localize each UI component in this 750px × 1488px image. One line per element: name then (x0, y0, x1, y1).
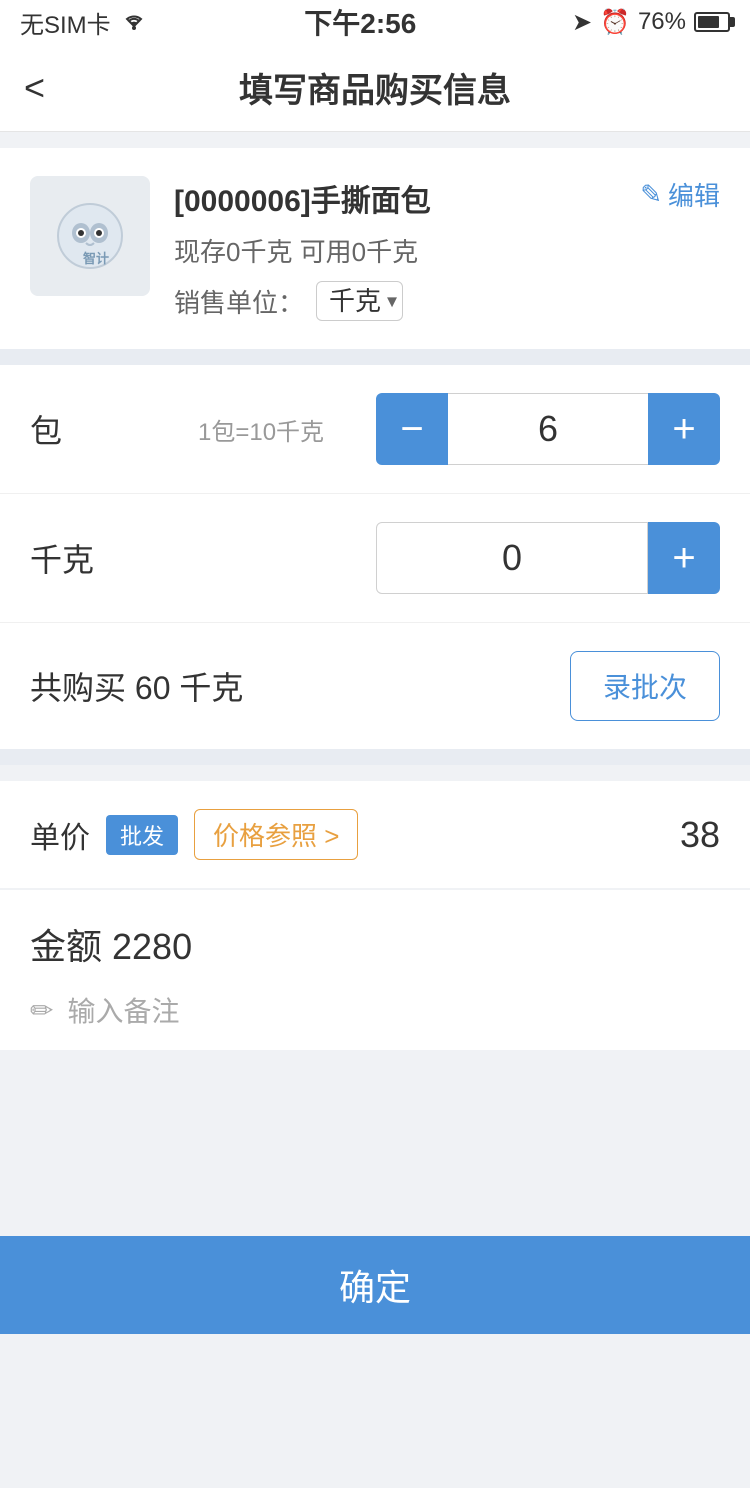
alarm-icon: ⏰ (600, 8, 630, 37)
price-value: 38 (680, 814, 720, 856)
back-button[interactable]: < (24, 67, 45, 109)
remark-row[interactable]: ✏ 输入备注 (30, 990, 720, 1030)
status-right: ➤ ⏰ 76% (572, 8, 730, 37)
price-type-tag: 批发 (106, 815, 178, 855)
location-icon: ➤ (572, 8, 592, 37)
status-left: 无SIM卡 (20, 5, 149, 40)
product-card: 智计 [0000006]手撕面包 现存0千克 可用0千克 销售单位： 千克 ✎ … (0, 148, 750, 349)
pack-minus-button[interactable]: − (376, 393, 448, 465)
pack-controls: − + (376, 393, 720, 465)
total-label: 共购买 60 千克 (30, 663, 243, 709)
bottom-space (0, 1050, 750, 1390)
total-row: 共购买 60 千克 录批次 (0, 623, 750, 749)
product-unit-row: 销售单位： 千克 (174, 281, 720, 321)
edit-icon: ✎ (640, 179, 662, 210)
price-row: 单价 批发 价格参照 > 38 (30, 809, 720, 860)
wifi-icon (119, 8, 149, 37)
unit-select-wrap[interactable]: 千克 (316, 281, 403, 321)
kg-label: 千克 (30, 535, 190, 581)
pack-plus-button[interactable]: + (648, 393, 720, 465)
unit-label: 销售单位： (174, 283, 304, 320)
divider-1 (0, 349, 750, 365)
pencil-icon: ✏ (30, 994, 53, 1027)
pack-label: 包 (30, 406, 190, 452)
kg-quantity-input[interactable] (376, 522, 648, 594)
product-stock: 现存0千克 可用0千克 (174, 232, 720, 269)
pack-hint: 1包=10千克 (198, 412, 324, 447)
edit-button[interactable]: ✎ 编辑 (640, 176, 720, 213)
unit-select[interactable]: 千克 (316, 281, 403, 321)
nav-bar: < 填写商品购买信息 (0, 44, 750, 132)
status-bar: 无SIM卡 下午2:56 ➤ ⏰ 76% (0, 0, 750, 44)
edit-label: 编辑 (668, 176, 720, 213)
divider-2 (0, 749, 750, 765)
pack-row: 包 1包=10千克 − + (0, 365, 750, 494)
record-batch-button[interactable]: 录批次 (570, 651, 720, 721)
page-title: 填写商品购买信息 (239, 63, 511, 112)
price-section: 单价 批发 价格参照 > 38 (0, 781, 750, 888)
svg-text:智计: 智计 (83, 251, 109, 266)
amount-section: 金额 2280 ✏ 输入备注 (0, 890, 750, 1050)
battery-icon (694, 12, 730, 32)
remark-placeholder: 输入备注 (67, 990, 179, 1030)
product-thumbnail: 智计 (30, 176, 150, 296)
confirm-button[interactable]: 确定 (0, 1236, 750, 1334)
amount-row: 金额 2280 (30, 918, 720, 970)
product-info: [0000006]手撕面包 现存0千克 可用0千克 销售单位： 千克 (174, 176, 720, 321)
price-label: 单价 (30, 813, 90, 857)
kg-plus-button[interactable]: + (648, 522, 720, 594)
kg-row: 千克 + (0, 494, 750, 623)
battery-text: 76% (638, 8, 686, 36)
kg-controls: + (376, 522, 720, 594)
carrier-text: 无SIM卡 (20, 5, 111, 40)
price-reference-button[interactable]: 价格参照 > (194, 809, 358, 860)
pack-quantity-input[interactable] (448, 393, 648, 465)
product-name: [0000006]手撕面包 (174, 176, 720, 220)
status-time: 下午2:56 (304, 2, 416, 42)
input-section: 包 1包=10千克 − + 千克 + (0, 365, 750, 623)
